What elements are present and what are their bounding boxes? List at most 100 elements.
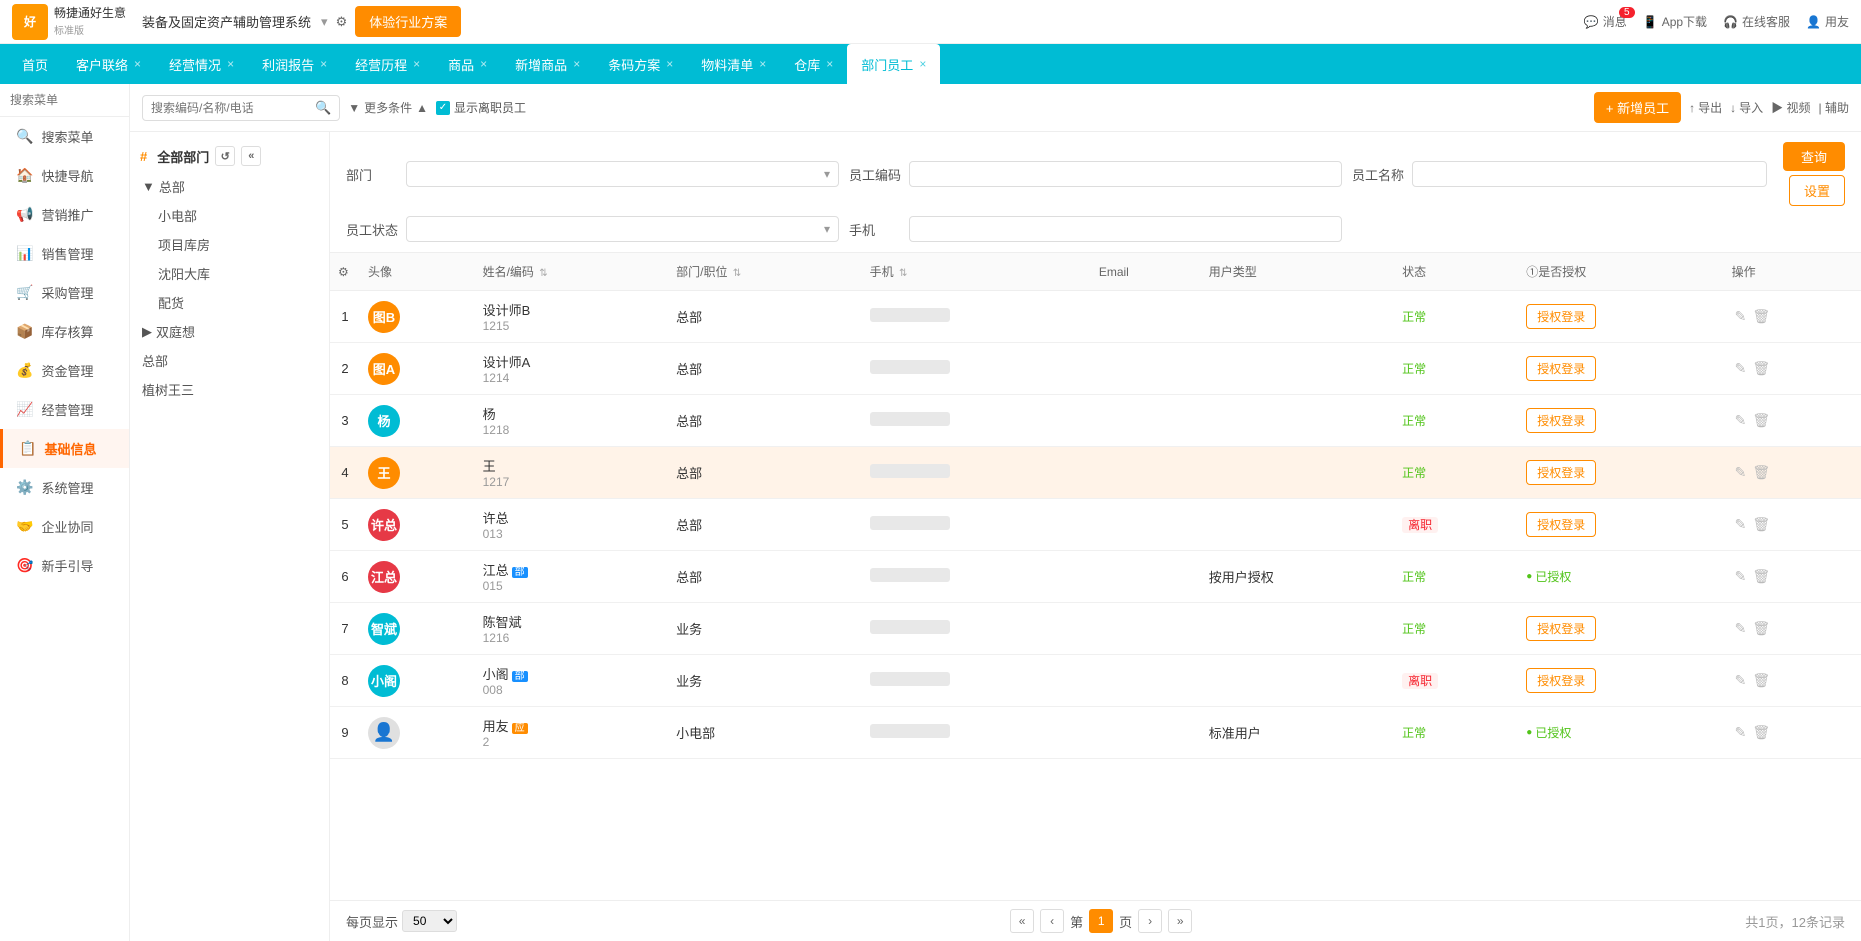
nav-tab-close-icon[interactable]: × [134,57,141,71]
show-resigned-checkbox[interactable]: ✓ 显示离职员工 [436,99,526,116]
auth-button[interactable]: 授权登录 [1526,460,1596,485]
edit-button[interactable]: ✎ [1732,516,1750,532]
nav-tab-close-icon[interactable]: × [320,57,327,71]
nav-tab-close-icon[interactable]: × [826,57,833,71]
auth-button[interactable]: 授权登录 [1526,616,1596,641]
dept-filter-select[interactable]: ▾ [406,161,839,187]
more-filters-btn[interactable]: ▼ 更多条件 ▲ [348,99,428,116]
delete-button[interactable]: 🗑 [1749,412,1773,428]
search-box[interactable]: 🔍 [142,95,340,121]
edit-button[interactable]: ✎ [1732,568,1750,584]
dept-item-zongbu-parent[interactable]: ▼ 总部 [130,172,329,201]
delete-button[interactable]: 🗑 [1749,620,1773,636]
empcode-filter-input[interactable] [909,161,1342,187]
nav-tab-仓库[interactable]: 仓库× [780,44,847,84]
dept-item-shenyangDaku[interactable]: 沈阳大库 [130,259,329,288]
delete-button[interactable]: 🗑 [1749,568,1773,584]
gear-icon[interactable]: ⚙ [336,14,348,30]
nav-tab-close-icon[interactable]: × [227,57,234,71]
sidebar-item-销售管理[interactable]: 📊销售管理 [0,234,129,273]
sidebar-item-系统管理[interactable]: ⚙️系统管理 [0,468,129,507]
trial-button[interactable]: 体验行业方案 [355,6,461,37]
delete-button[interactable]: 🗑 [1749,516,1773,532]
edit-button[interactable]: ✎ [1732,308,1750,324]
nav-tab-经营历程[interactable]: 经营历程× [341,44,434,84]
delete-button[interactable]: 🗑 [1749,308,1773,324]
search-input[interactable] [151,101,311,115]
nav-tab-利润报告[interactable]: 利润报告× [248,44,341,84]
nav-tab-条码方案[interactable]: 条码方案× [594,44,687,84]
auth-button[interactable]: 授权登录 [1526,356,1596,381]
sidebar-item-采购管理[interactable]: 🛒采购管理 [0,273,129,312]
delete-button[interactable]: 🗑 [1749,464,1773,480]
sidebar-item-企业协同[interactable]: 🤝企业协同 [0,507,129,546]
export-button[interactable]: ↑ 导出 [1689,99,1722,116]
nav-tab-物料清单[interactable]: 物料清单× [687,44,780,84]
dept-item-peihuo[interactable]: 配货 [130,288,329,317]
delete-button[interactable]: 🗑 [1749,360,1773,376]
first-page-btn[interactable]: « [1010,909,1034,933]
dept-item-zhishu[interactable]: 植树王三 [130,375,329,404]
edit-button[interactable]: ✎ [1732,724,1750,740]
sidebar-item-经营管理[interactable]: 📈经营管理 [0,390,129,429]
edit-button[interactable]: ✎ [1732,672,1750,688]
sidebar-item-快捷导航[interactable]: 🏠快捷导航 [0,156,129,195]
col-name[interactable]: 姓名/编码 ⇅ [475,253,669,291]
nav-tab-close-icon[interactable]: × [573,57,580,71]
dept-item-xiaodianbu[interactable]: 小电部 [130,201,329,230]
app-download-action[interactable]: 📱 App下载 [1643,13,1707,30]
nav-tab-新增商品[interactable]: 新增商品× [501,44,594,84]
dept-item-shuangtingxiang[interactable]: ▶ 双庭想 [130,317,329,346]
nav-tab-close-icon[interactable]: × [759,57,766,71]
dept-refresh-btn[interactable]: ↺ [215,146,235,166]
delete-button[interactable]: 🗑 [1749,724,1773,740]
dept-item-xiangmuKufang[interactable]: 项目库房 [130,230,329,259]
dept-collapse-btn[interactable]: « [241,146,261,166]
auth-button[interactable]: 授权登录 [1526,304,1596,329]
sidebar-search[interactable]: 🔍 [0,84,129,117]
nav-tab-close-icon[interactable]: × [413,57,420,71]
sidebar-item-基础信息[interactable]: 📋基础信息 [0,429,129,468]
status-filter-select[interactable]: ▾ [406,216,839,242]
nav-tab-商品[interactable]: 商品× [434,44,501,84]
chevron-down-icon[interactable]: ▾ [321,14,328,30]
auth-button[interactable]: 授权登录 [1526,668,1596,693]
nav-tab-首页[interactable]: 首页 [8,44,62,84]
sidebar-item-资金管理[interactable]: 💰资金管理 [0,351,129,390]
edit-button[interactable]: ✎ [1732,620,1750,636]
next-page-btn[interactable]: › [1138,909,1162,933]
sidebar-search-input[interactable] [10,93,130,107]
edit-button[interactable]: ✎ [1732,360,1750,376]
reset-button[interactable]: 设置 [1789,175,1845,206]
auth-button[interactable]: 授权登录 [1526,408,1596,433]
col-dept[interactable]: 部门/职位 ⇅ [668,253,862,291]
nav-tab-close-icon[interactable]: × [666,57,673,71]
prev-page-btn[interactable]: ‹ [1040,909,1064,933]
online-service-action[interactable]: 🎧 在线客服 [1723,13,1790,30]
edit-button[interactable]: ✎ [1732,464,1750,480]
sidebar-item-营销推广[interactable]: 📢营销推广 [0,195,129,234]
user-action[interactable]: 👤 用友 [1806,13,1849,30]
import-button[interactable]: ↓ 导入 [1730,99,1763,116]
nav-tab-客户联络[interactable]: 客户联络× [62,44,155,84]
delete-button[interactable]: 🗑 [1749,672,1773,688]
search-button[interactable]: 查询 [1783,142,1845,171]
nav-tab-经营情况[interactable]: 经营情况× [155,44,248,84]
more-button[interactable]: | 辅助 [1819,99,1849,116]
nav-tab-部门员工[interactable]: 部门员工× [847,44,940,84]
last-page-btn[interactable]: » [1168,909,1192,933]
sidebar-item-库存核算[interactable]: 📦库存核算 [0,312,129,351]
sidebar-item-新手引导[interactable]: 🎯新手引导 [0,546,129,585]
nav-tab-close-icon[interactable]: × [480,57,487,71]
phone-filter-input[interactable] [909,216,1342,242]
nav-tab-close-icon[interactable]: × [919,57,926,71]
current-page[interactable]: 1 [1089,909,1113,933]
sidebar-item-搜索菜单[interactable]: 🔍搜索菜单 [0,117,129,156]
edit-button[interactable]: ✎ [1732,412,1750,428]
auth-button[interactable]: 授权登录 [1526,512,1596,537]
add-employee-button[interactable]: + 新增员工 [1594,92,1681,123]
col-phone[interactable]: 手机 ⇅ [862,253,1091,291]
message-action[interactable]: 💬 消息 5 [1584,13,1627,30]
dept-item-zongbu2[interactable]: 总部 [130,346,329,375]
view-button[interactable]: ▶ 视频 [1771,99,1810,116]
